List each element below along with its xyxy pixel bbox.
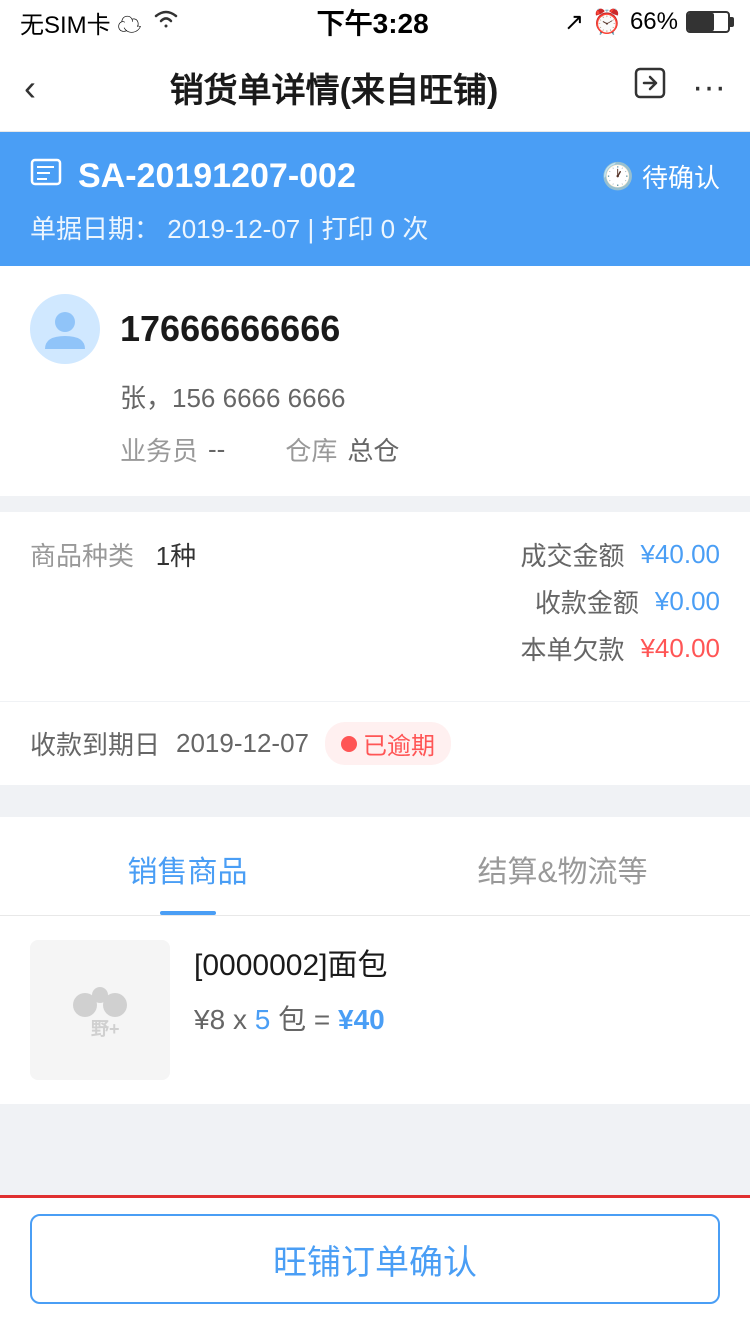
location-icon: ↗ <box>564 8 584 37</box>
order-status: 🕐 待确认 <box>602 158 720 195</box>
nav-actions: ··· <box>632 65 726 110</box>
order-id-text: SA-20191207-002 <box>78 157 356 196</box>
status-right: ↗ ⏰ 66% <box>564 8 730 37</box>
clock-icon: 🕐 <box>602 161 634 192</box>
tab-settlement[interactable]: 结算&物流等 <box>375 817 750 915</box>
status-text: 待确认 <box>642 158 720 195</box>
due-section: 收款到期日 2019-12-07 已逾期 <box>0 701 750 785</box>
battery-percent: 66% <box>630 8 678 36</box>
product-total: ¥40 <box>338 1004 385 1035</box>
product-info: [0000002]面包 ¥8 x 5 包 = ¥40 <box>194 940 720 1038</box>
customer-name: 张，156 6666 6666 <box>30 378 720 415</box>
tab-active-indicator <box>160 911 216 915</box>
due-date-value: 2019-12-07 <box>176 728 309 759</box>
order-icon <box>30 156 66 197</box>
bottom-bar: 旺铺订单确认 <box>0 1195 750 1334</box>
product-name: [0000002]面包 <box>194 940 720 984</box>
owed-value: ¥40.00 <box>640 633 720 664</box>
tabs-header: 销售商品 结算&物流等 <box>0 817 750 916</box>
amount-value: ¥40.00 <box>640 539 720 570</box>
received-label: 收款金额 <box>535 583 639 620</box>
confirm-order-button[interactable]: 旺铺订单确认 <box>30 1214 720 1304</box>
product-thumbnail: 野+ <box>30 940 170 1080</box>
overdue-dot-icon <box>341 736 357 752</box>
table-row: 野+ [0000002]面包 ¥8 x 5 包 = ¥40 <box>30 940 720 1080</box>
sales-rep-value: -- <box>208 434 225 465</box>
product-qty: 5 <box>255 1004 271 1035</box>
product-list: 野+ [0000002]面包 ¥8 x 5 包 = ¥40 <box>0 916 750 1104</box>
page-title: 销货单详情(来自旺铺) <box>170 63 499 112</box>
tabs-section: 销售商品 结算&物流等 野+ [0000002]面包 ¥8 x <box>0 817 750 1104</box>
back-button[interactable]: ‹ <box>24 67 36 109</box>
alarm-icon: ⏰ <box>592 8 622 37</box>
avatar <box>30 294 100 364</box>
battery-icon <box>686 11 730 33</box>
order-header: SA-20191207-002 🕐 待确认 单据日期： 2019-12-07 |… <box>0 132 750 266</box>
order-date: 单据日期： 2019-12-07 | 打印 0 次 <box>30 209 720 246</box>
divider-2 <box>0 785 750 801</box>
product-type-label: 商品种类 <box>30 541 134 571</box>
svg-text:野+: 野+ <box>91 1019 120 1039</box>
owed-label: 本单欠款 <box>520 630 624 667</box>
no-sim-label: 无SIM卡 ☁ <box>20 5 141 40</box>
sales-rep-label: 业务员 <box>120 431 198 468</box>
tab-products[interactable]: 销售商品 <box>0 817 375 915</box>
share-button[interactable] <box>632 65 668 110</box>
divider-1 <box>0 496 750 512</box>
customer-section: 17666666666 张，156 6666 6666 业务员 -- 仓库 总仓 <box>0 266 750 496</box>
customer-phone: 17666666666 <box>120 308 340 350</box>
more-button[interactable]: ··· <box>692 68 726 107</box>
warehouse-value: 总仓 <box>347 431 399 468</box>
nav-bar: ‹ 销货单详情(来自旺铺) ··· <box>0 44 750 132</box>
received-value: ¥0.00 <box>655 586 720 617</box>
product-type-value: 1种 <box>156 541 196 571</box>
due-date-label: 收款到期日 <box>30 725 160 762</box>
wifi-icon <box>151 8 181 37</box>
time-display: 下午3:28 <box>317 2 429 42</box>
overdue-label: 已逾期 <box>363 726 435 761</box>
amount-label: 成交金额 <box>520 536 624 573</box>
product-price: ¥8 x 5 包 = ¥40 <box>194 998 720 1038</box>
status-bar: 无SIM卡 ☁ 下午3:28 ↗ ⏰ 66% <box>0 0 750 44</box>
warehouse-label: 仓库 <box>285 431 337 468</box>
summary-section: 商品种类 1种 成交金额 ¥40.00 收款金额 ¥0.00 本单欠款 ¥40.… <box>0 512 750 701</box>
overdue-badge: 已逾期 <box>325 722 451 765</box>
order-id: SA-20191207-002 <box>30 156 356 197</box>
status-left: 无SIM卡 ☁ <box>20 5 181 40</box>
